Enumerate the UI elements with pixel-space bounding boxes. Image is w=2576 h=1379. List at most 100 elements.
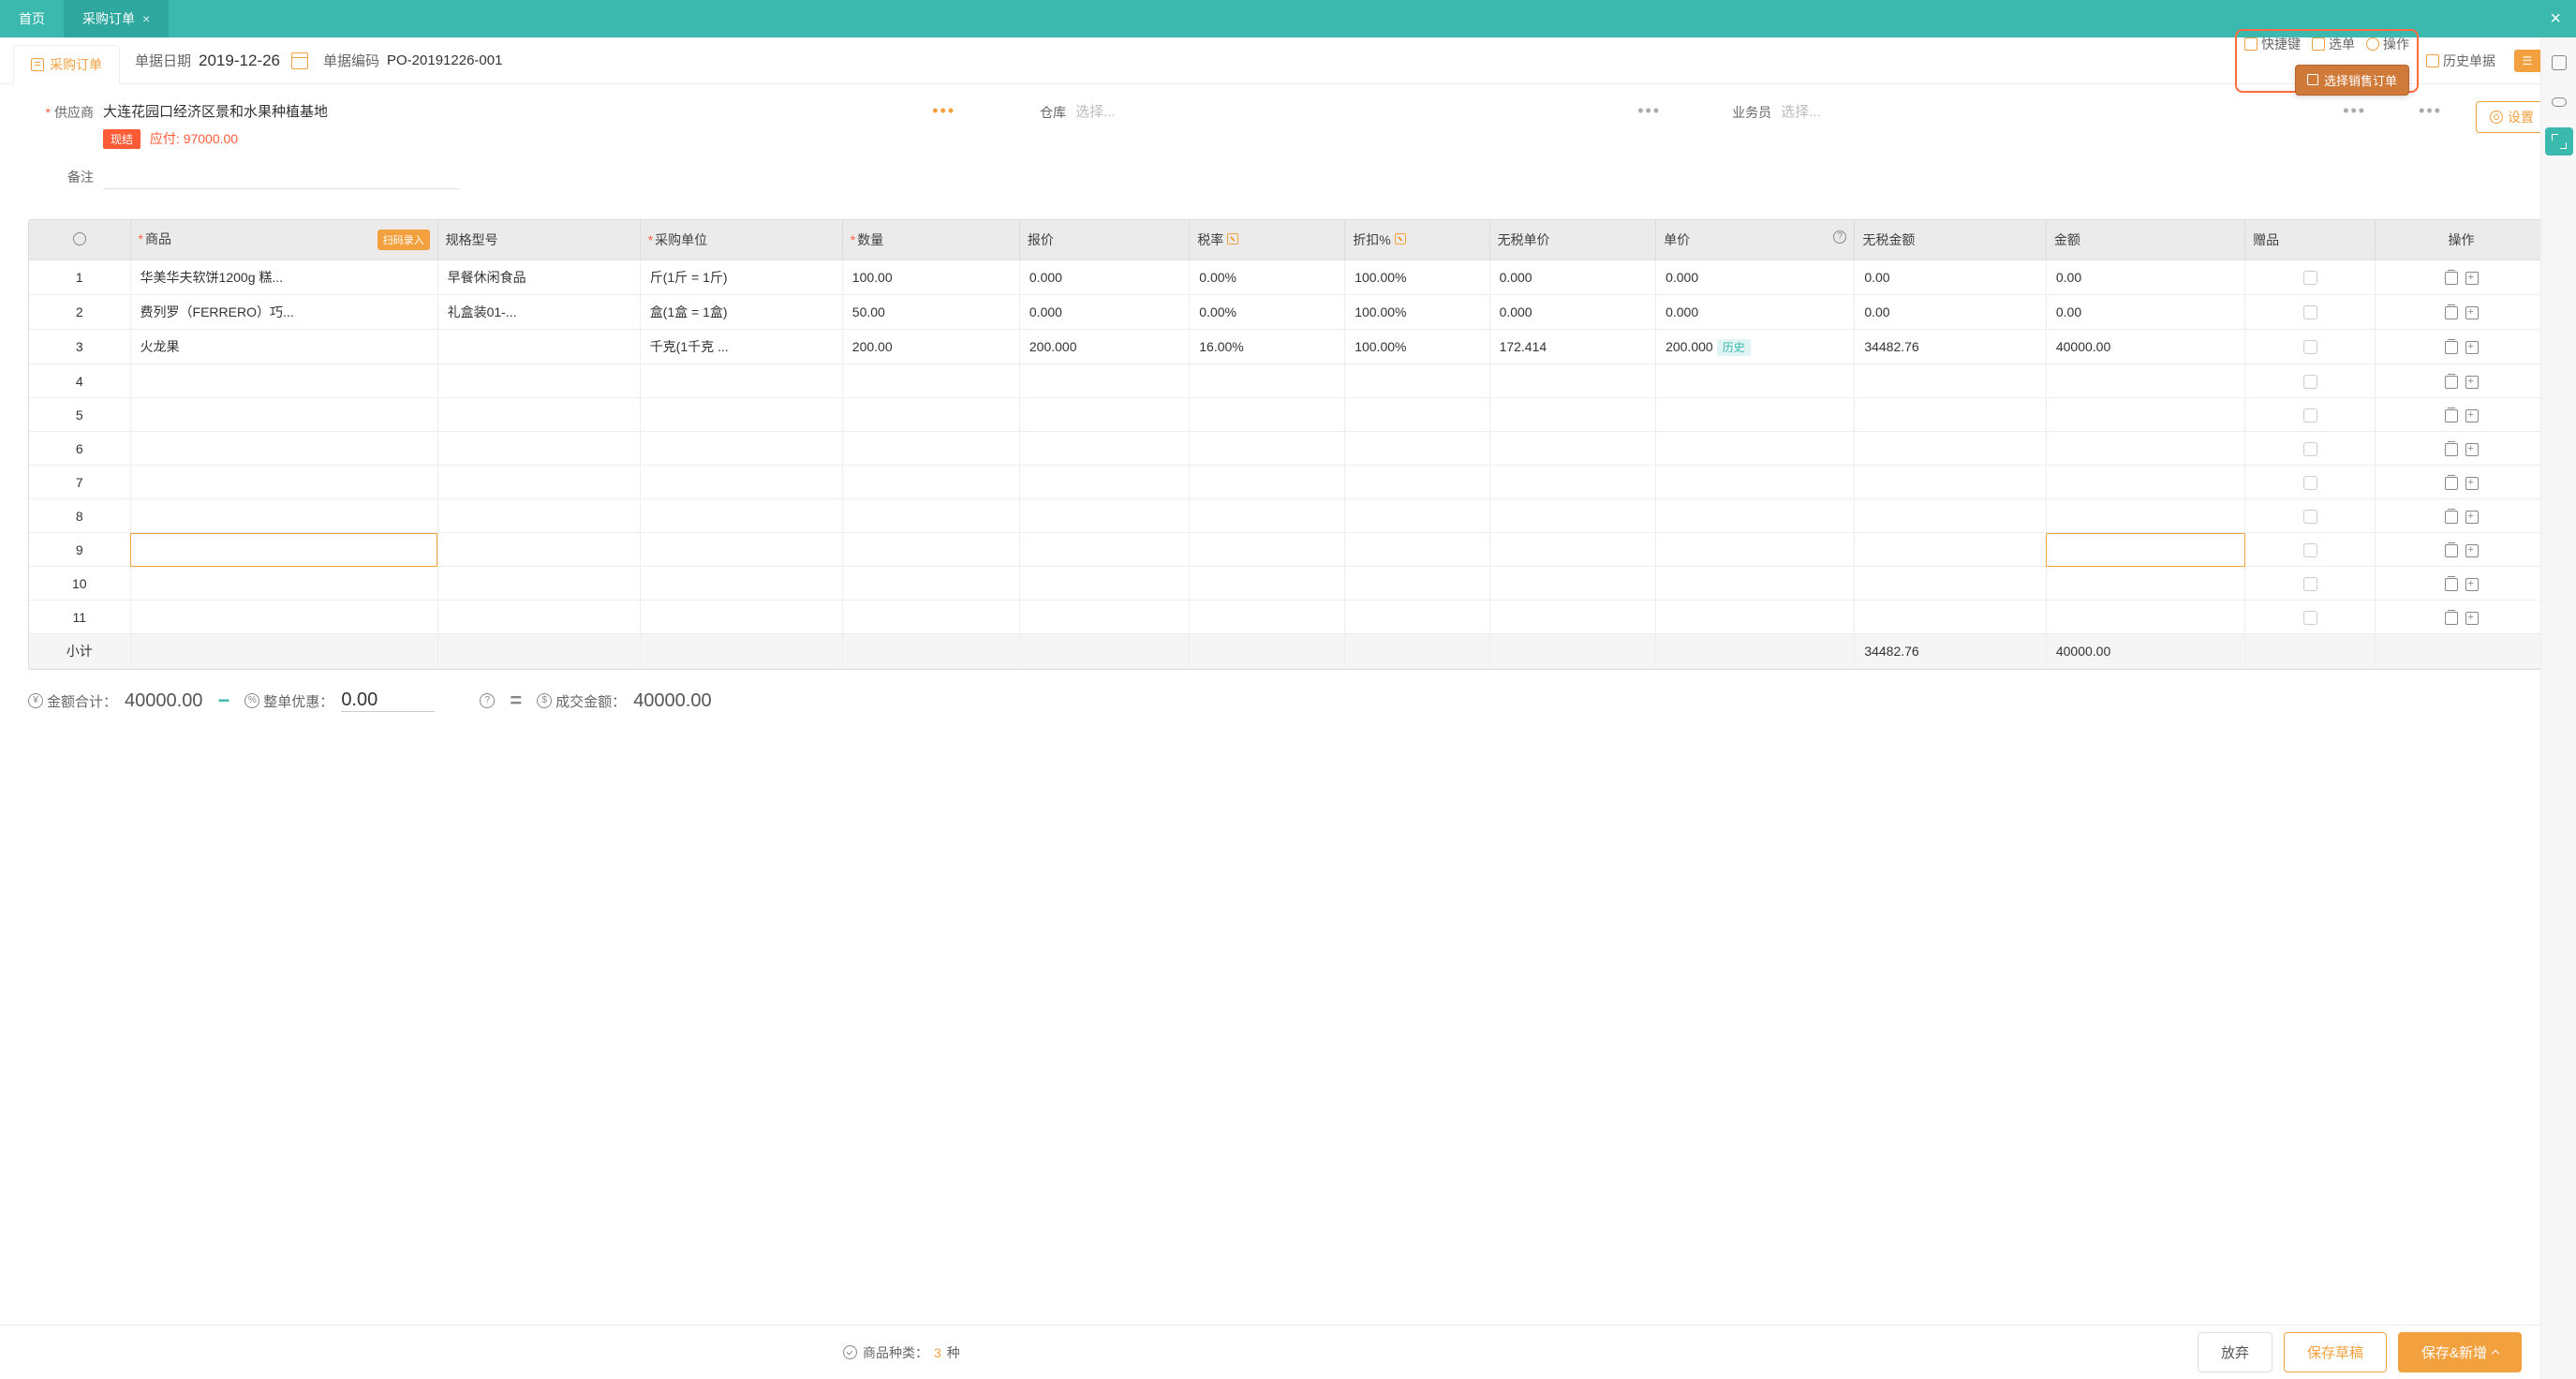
history-badge[interactable]: 历史: [1717, 339, 1751, 356]
row-delete-icon[interactable]: [2445, 272, 2458, 285]
order-discount-input[interactable]: [341, 690, 435, 712]
cell-notaxamt[interactable]: [1855, 398, 2047, 432]
cell-gift[interactable]: [2245, 533, 2376, 567]
cell-quote[interactable]: [1019, 432, 1189, 466]
cell-qty[interactable]: [842, 499, 1019, 533]
cell-qty[interactable]: [842, 398, 1019, 432]
cell-product[interactable]: [130, 398, 437, 432]
cell-quote[interactable]: 0.000: [1019, 295, 1189, 330]
cell-quote[interactable]: [1019, 364, 1189, 398]
cell-amount[interactable]: [2046, 601, 2244, 634]
cell-notaxprice[interactable]: [1489, 499, 1656, 533]
cell-notaxamt[interactable]: 0.00: [1855, 260, 2047, 295]
cell-amount[interactable]: [2046, 398, 2244, 432]
row-add-icon[interactable]: [2465, 612, 2479, 625]
table-row[interactable]: 11: [29, 601, 2547, 634]
cell-qty[interactable]: [842, 466, 1019, 499]
edit-discount-icon[interactable]: [1395, 233, 1406, 245]
cell-spec[interactable]: [437, 567, 640, 601]
cell-gift[interactable]: [2245, 295, 2376, 330]
help-price-icon[interactable]: ?: [1833, 230, 1846, 244]
close-all-tabs-icon[interactable]: ×: [2535, 8, 2576, 30]
cell-notaxprice[interactable]: 0.000: [1489, 260, 1656, 295]
cell-tax[interactable]: [1190, 432, 1345, 466]
table-row[interactable]: 4: [29, 364, 2547, 398]
field-warehouse-placeholder[interactable]: 选择...: [1075, 101, 1116, 121]
row-add-icon[interactable]: [2465, 376, 2479, 389]
cell-amount[interactable]: [2046, 466, 2244, 499]
cell-notaxamt[interactable]: [1855, 567, 2047, 601]
help-discount-icon[interactable]: ?: [480, 693, 495, 708]
cell-quote[interactable]: [1019, 398, 1189, 432]
cell-spec[interactable]: [437, 533, 640, 567]
cell-notaxamt[interactable]: 34482.76: [1855, 330, 2047, 364]
cell-unit[interactable]: [640, 466, 842, 499]
cell-price[interactable]: [1656, 364, 1855, 398]
cell-qty[interactable]: 50.00: [842, 295, 1019, 330]
meta-date-value[interactable]: 2019-12-26: [199, 52, 280, 70]
row-delete-icon[interactable]: [2445, 511, 2458, 524]
tab-home[interactable]: 首页: [0, 0, 64, 37]
cell-quote[interactable]: 0.000: [1019, 260, 1189, 295]
cell-unit[interactable]: 盒(1盒 = 1盒): [640, 295, 842, 330]
cell-product[interactable]: [130, 466, 437, 499]
save-draft-button[interactable]: 保存草稿: [2284, 1332, 2387, 1372]
cell-notaxprice[interactable]: [1489, 364, 1656, 398]
row-add-icon[interactable]: [2465, 511, 2479, 524]
cell-notaxamt[interactable]: [1855, 364, 2047, 398]
cell-product[interactable]: [130, 499, 437, 533]
cell-spec[interactable]: [437, 466, 640, 499]
select-sales-order-button[interactable]: 选择销售订单: [2295, 65, 2409, 96]
cell-qty[interactable]: 100.00: [842, 260, 1019, 295]
cell-gift[interactable]: [2245, 364, 2376, 398]
cell-product[interactable]: 火龙果: [130, 330, 437, 364]
cell-quote[interactable]: [1019, 601, 1189, 634]
cell-tax[interactable]: [1190, 533, 1345, 567]
cell-gift[interactable]: [2245, 330, 2376, 364]
table-row[interactable]: 1华美华夫软饼1200g 糕...早餐休闲食品斤(1斤 = 1斤)100.000…: [29, 260, 2547, 295]
toolbar-operation[interactable]: 操作: [2366, 35, 2409, 53]
row-add-icon[interactable]: [2465, 272, 2479, 285]
cell-gift[interactable]: [2245, 398, 2376, 432]
row-delete-icon[interactable]: [2445, 477, 2458, 490]
row-delete-icon[interactable]: [2445, 612, 2458, 625]
cell-spec[interactable]: [437, 432, 640, 466]
gift-checkbox[interactable]: [2303, 442, 2317, 456]
cell-discount[interactable]: [1345, 499, 1489, 533]
cell-tax[interactable]: 16.00%: [1190, 330, 1345, 364]
cell-notaxprice[interactable]: [1489, 398, 1656, 432]
row-delete-icon[interactable]: [2445, 578, 2458, 591]
cell-tax[interactable]: [1190, 567, 1345, 601]
toolbar-history[interactable]: 历史单据: [2426, 52, 2495, 70]
cell-gift[interactable]: [2245, 466, 2376, 499]
cell-discount[interactable]: 100.00%: [1345, 295, 1489, 330]
cell-unit[interactable]: [640, 364, 842, 398]
cell-discount[interactable]: [1345, 432, 1489, 466]
cell-gift[interactable]: [2245, 499, 2376, 533]
cell-gift[interactable]: [2245, 432, 2376, 466]
rail-expand-button[interactable]: [2545, 127, 2573, 156]
cell-tax[interactable]: 0.00%: [1190, 295, 1345, 330]
abandon-button[interactable]: 放弃: [2198, 1332, 2273, 1372]
cell-discount[interactable]: [1345, 466, 1489, 499]
cell-price[interactable]: 0.000: [1656, 260, 1855, 295]
cell-tax[interactable]: [1190, 499, 1345, 533]
cell-discount[interactable]: [1345, 567, 1489, 601]
cell-notaxprice[interactable]: [1489, 432, 1656, 466]
cell-product[interactable]: [130, 432, 437, 466]
cell-price[interactable]: [1656, 466, 1855, 499]
row-delete-icon[interactable]: [2445, 376, 2458, 389]
cell-quote[interactable]: [1019, 499, 1189, 533]
cell-amount[interactable]: [2046, 533, 2244, 567]
row-add-icon[interactable]: [2465, 409, 2479, 423]
row-add-icon[interactable]: [2465, 477, 2479, 490]
cell-product[interactable]: [130, 364, 437, 398]
gift-checkbox[interactable]: [2303, 510, 2317, 524]
table-row[interactable]: 10: [29, 567, 2547, 601]
close-tab-icon[interactable]: ×: [142, 11, 150, 26]
cell-spec[interactable]: 早餐休闲食品: [437, 260, 640, 295]
toolbar-select-order[interactable]: 选单: [2312, 35, 2355, 53]
scan-badge[interactable]: 扫码录入: [378, 230, 430, 250]
cell-spec[interactable]: 礼盒装01-...: [437, 295, 640, 330]
cell-quote[interactable]: [1019, 466, 1189, 499]
